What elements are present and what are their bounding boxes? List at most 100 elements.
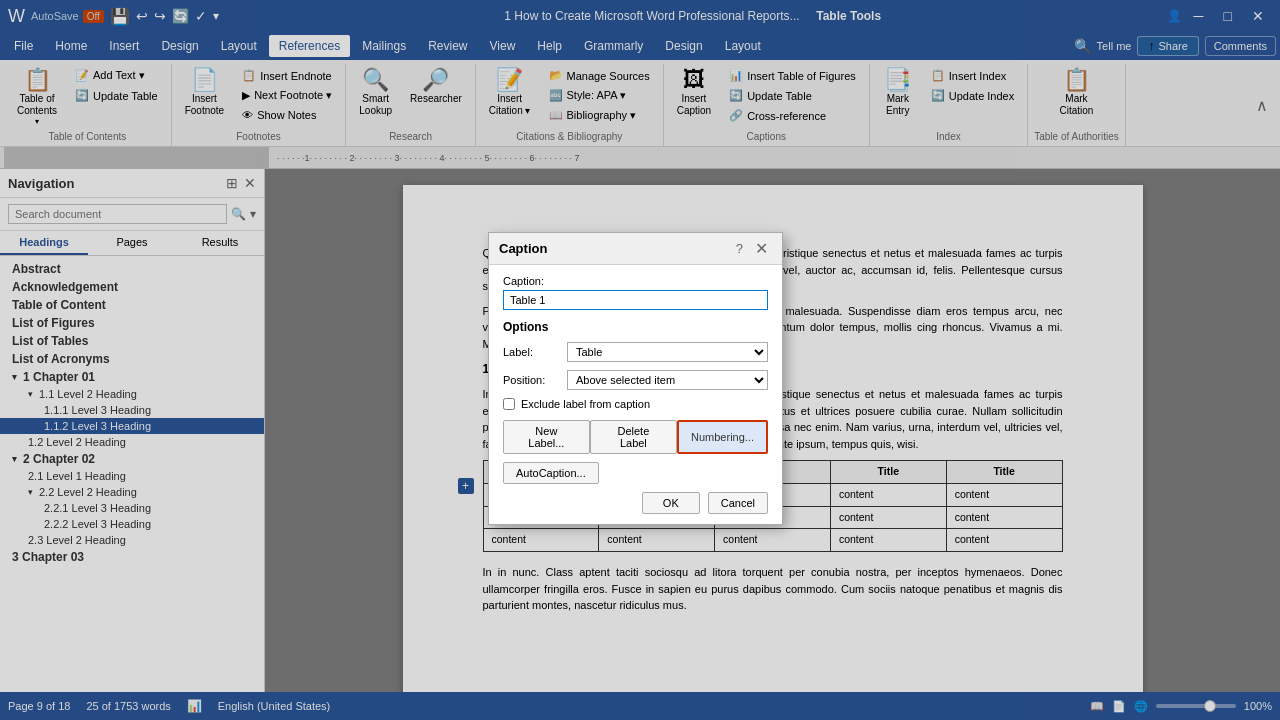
position-select[interactable]: Above selected item Below selected item [567, 370, 768, 390]
nav-item-acronyms[interactable]: List of Acronyms [0, 350, 264, 368]
cancel-button[interactable]: Cancel [708, 492, 768, 514]
nav-item-toc[interactable]: Table of Content [0, 296, 264, 314]
nav-item-level3-222[interactable]: 2.2.2 Level 3 Heading [0, 516, 264, 532]
insert-index-button[interactable]: 📋 Insert Index [924, 66, 1021, 85]
new-label-button[interactable]: New Label... [503, 420, 590, 454]
nav-item-abstract[interactable]: Abstract [0, 260, 264, 278]
menu-home[interactable]: Home [45, 35, 97, 57]
nav-item-level2-23[interactable]: 2.3 Level 2 Heading [0, 532, 264, 548]
view-read-icon[interactable]: 📖 [1090, 700, 1104, 713]
nav-item-chapter01[interactable]: ▾ 1 Chapter 01 [0, 368, 264, 386]
position-label: Position: [503, 374, 559, 386]
search-input[interactable] [8, 204, 227, 224]
view-web-icon[interactable]: 🌐 [1134, 700, 1148, 713]
show-notes-button[interactable]: 👁 Show Notes [235, 106, 339, 124]
update-index-button[interactable]: 🔄 Update Index [924, 86, 1021, 105]
nav-item-tables[interactable]: List of Tables [0, 332, 264, 350]
insert-citation-button[interactable]: 📝 InsertCitation ▾ [482, 66, 538, 120]
redo-icon[interactable]: ↪ [154, 8, 166, 24]
nav-item-level2-2[interactable]: 1.2 Level 2 Heading [0, 434, 264, 450]
nav-item-figures[interactable]: List of Figures [0, 314, 264, 332]
update-table-captions-button[interactable]: 🔄 Update Table [722, 86, 863, 105]
menu-file[interactable]: File [4, 35, 43, 57]
manage-sources-button[interactable]: 📂 Manage Sources [542, 66, 657, 85]
menu-design2[interactable]: Design [655, 35, 712, 57]
view-print-icon[interactable]: 📄 [1112, 700, 1126, 713]
dialog-help-button[interactable]: ? [736, 241, 743, 256]
proofing-icon[interactable]: 📊 [187, 699, 202, 713]
table-of-contents-button[interactable]: 📋 Table ofContents ▾ [10, 66, 64, 129]
delete-label-button[interactable]: Delete Label [590, 420, 677, 454]
caption-input[interactable] [503, 290, 768, 310]
insert-footnote-button[interactable]: 📄 InsertFootnote [178, 66, 231, 120]
next-footnote-button[interactable]: ▶ Next Footnote ▾ [235, 86, 339, 105]
nav-close-icon[interactable]: ✕ [244, 175, 256, 191]
page-info[interactable]: Page 9 of 18 [8, 700, 70, 712]
nav-item-level1-heading[interactable]: 2.1 Level 1 Heading [0, 468, 264, 484]
update-table-captions-icon: 🔄 [729, 89, 743, 102]
ok-button[interactable]: OK [642, 492, 700, 514]
nav-item-acknowledgement[interactable]: Acknowledgement [0, 278, 264, 296]
mark-citation-button[interactable]: 📋 MarkCitation [1053, 66, 1101, 120]
autocaption-button[interactable]: AutoCaption... [503, 462, 599, 484]
language[interactable]: English (United States) [218, 700, 331, 712]
comments-button[interactable]: Comments [1214, 40, 1267, 52]
menu-grammarly[interactable]: Grammarly [574, 35, 653, 57]
nav-item-chapter02[interactable]: ▾ 2 Chapter 02 [0, 450, 264, 468]
nav-expand-icon[interactable]: ⊞ [226, 175, 238, 191]
numbering-button[interactable]: Numbering... [677, 420, 768, 454]
menu-mailings[interactable]: Mailings [352, 35, 416, 57]
search-icon[interactable]: 🔍 [1074, 38, 1091, 54]
tab-pages[interactable]: Pages [88, 231, 176, 255]
researcher-button[interactable]: 🔎 Researcher [403, 66, 469, 108]
insert-caption-button[interactable]: 🖼 InsertCaption [670, 66, 718, 120]
bibliography-button[interactable]: 📖 Bibliography ▾ [542, 106, 657, 125]
insert-table-of-figures-button[interactable]: 📊 Insert Table of Figures [722, 66, 863, 85]
search-btn[interactable]: 🔍 [231, 207, 246, 221]
menu-insert[interactable]: Insert [99, 35, 149, 57]
nav-item-level3-2[interactable]: 1.1.2 Level 3 Heading [0, 418, 264, 434]
menu-references[interactable]: References [269, 35, 350, 57]
autosave-toggle[interactable]: Off [83, 10, 104, 23]
menu-design[interactable]: Design [151, 35, 208, 57]
menu-view[interactable]: View [480, 35, 526, 57]
dialog-close-button[interactable]: ✕ [751, 239, 772, 258]
word-count[interactable]: 25 of 1753 words [86, 700, 170, 712]
add-text-button[interactable]: 📝 Add Text ▾ [68, 66, 165, 85]
menu-layout2[interactable]: Layout [715, 35, 771, 57]
status-right: 📖 📄 🌐 100% [1090, 700, 1272, 713]
minimize-button[interactable]: ─ [1186, 6, 1212, 26]
tab-results[interactable]: Results [176, 231, 264, 255]
update-table-button[interactable]: 🔄 Update Table [68, 86, 165, 105]
label-select[interactable]: Table Figure Equation [567, 342, 768, 362]
tab-headings[interactable]: Headings [0, 231, 88, 255]
tell-me-text[interactable]: Tell me [1097, 40, 1132, 52]
menu-bar: File Home Insert Design Layout Reference… [0, 32, 1280, 60]
add-row-button[interactable]: + [458, 478, 474, 494]
nav-item-level2-1[interactable]: ▾ 1.1 Level 2 Heading [0, 386, 264, 402]
cross-reference-button[interactable]: 🔗 Cross-reference [722, 106, 863, 125]
smart-lookup-button[interactable]: 🔍 SmartLookup [352, 66, 399, 120]
zoom-slider[interactable] [1156, 704, 1236, 708]
nav-item-chapter03[interactable]: 3 Chapter 03 [0, 548, 264, 566]
nav-item-level3-1[interactable]: 1.1.1 Level 3 Heading [0, 402, 264, 418]
menu-review[interactable]: Review [418, 35, 477, 57]
style-button[interactable]: 🔤 Style: APA ▾ [542, 86, 657, 105]
restore-button[interactable]: □ [1216, 6, 1240, 26]
nav-item-level2-heading-2[interactable]: ▾ 2.2 Level 2 Heading [0, 484, 264, 500]
exclude-checkbox[interactable] [503, 398, 515, 410]
table-figures-icon: 📊 [729, 69, 743, 82]
mark-entry-button[interactable]: 📑 MarkEntry [876, 66, 920, 120]
save-icon[interactable]: 💾 [110, 7, 130, 26]
search-options-icon[interactable]: ▾ [250, 207, 256, 221]
collapse-ribbon-icon[interactable]: ∧ [1256, 96, 1268, 115]
share-button[interactable]: Share [1158, 40, 1187, 52]
close-button[interactable]: ✕ [1244, 6, 1272, 26]
nav-item-level3-221[interactable]: 2.2.1 Level 3 Heading [0, 500, 264, 516]
menu-help[interactable]: Help [527, 35, 572, 57]
menu-layout[interactable]: Layout [211, 35, 267, 57]
zoom-level[interactable]: 100% [1244, 700, 1272, 712]
autosave-indicator[interactable]: AutoSave Off [31, 10, 104, 23]
undo-icon[interactable]: ↩ [136, 8, 148, 24]
insert-endnote-button[interactable]: 📋 Insert Endnote [235, 66, 339, 85]
